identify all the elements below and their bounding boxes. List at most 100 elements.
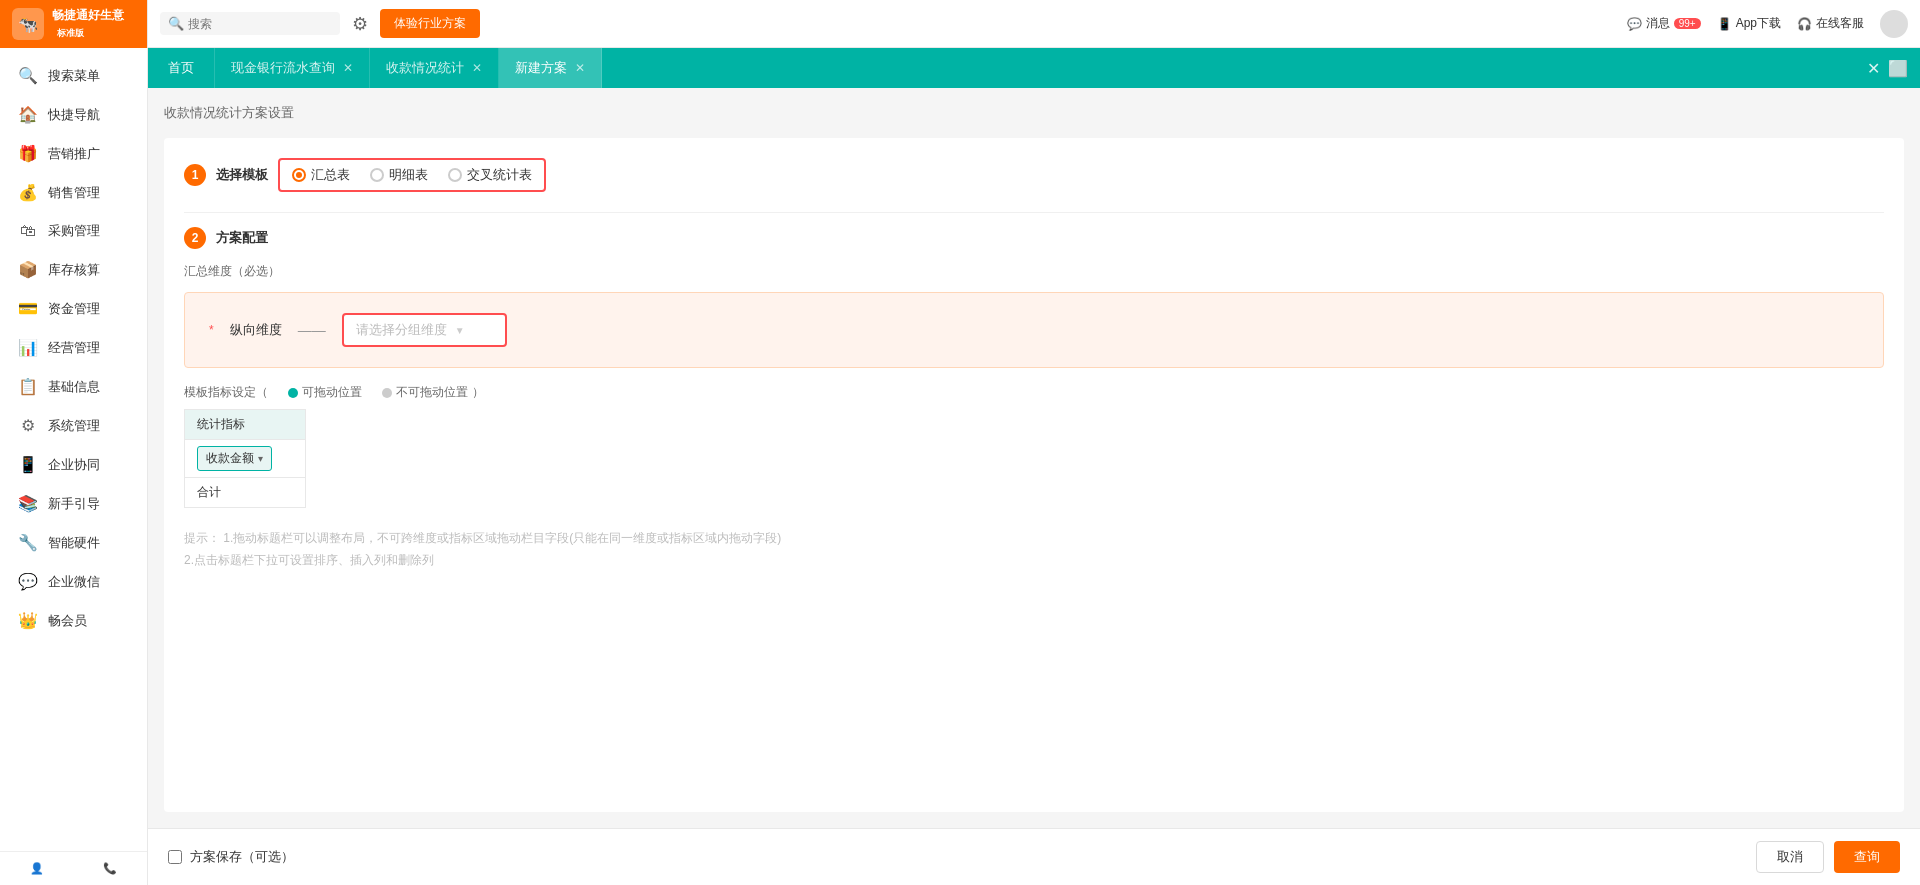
sidebar-item-member[interactable]: 👑 畅会员 [0, 601, 147, 640]
sales-icon: 💰 [18, 183, 38, 202]
user-icon: 👤 [30, 862, 44, 875]
tab-receipt-stats[interactable]: 收款情况统计 ✕ [370, 48, 499, 88]
step2-num: 2 [184, 227, 206, 249]
tab-receipt-stats-label: 收款情况统计 [386, 59, 464, 77]
sidebar-item-capital[interactable]: 💳 资金管理 [0, 289, 147, 328]
tabbar-actions: ✕ ⬜ [1855, 59, 1920, 78]
tab-new-plan-close[interactable]: ✕ [575, 61, 585, 75]
sidebar-item-label: 企业协同 [48, 456, 100, 474]
sidebar-item-system[interactable]: ⚙ 系统管理 [0, 406, 147, 445]
indicators-table-header: 统计指标 [185, 410, 305, 440]
message-label: 消息 [1646, 15, 1670, 32]
sidebar-item-label: 快捷导航 [48, 106, 100, 124]
operation-icon: 📊 [18, 338, 38, 357]
tips-section: 提示： 1.拖动标题栏可以调整布局，不可跨维度或指标区域拖动栏目字段(只能在同一… [184, 528, 1884, 571]
logo-badge: 标准版 [54, 27, 87, 39]
indicators-table: 统计指标 收款金额 ▾ 合计 [184, 409, 306, 508]
sidebar-item-purchase[interactable]: 🛍 采购管理 [0, 212, 147, 250]
tabbar: 首页 现金银行流水查询 ✕ 收款情况统计 ✕ 新建方案 ✕ ✕ ⬜ [148, 48, 1920, 88]
dimension-area: * 纵向维度 —— 请选择分组维度 ▼ [184, 292, 1884, 368]
sidebar-nav: 🔍 搜索菜单 🏠 快捷导航 🎁 营销推广 💰 销售管理 🛍 采购管理 📦 库存核… [0, 48, 147, 851]
radio-summary[interactable]: 汇总表 [292, 166, 350, 184]
settings-card: 1 选择模板 汇总表 明细表 [164, 138, 1904, 812]
purchase-icon: 🛍 [18, 222, 38, 240]
service-icon: 🎧 [1797, 17, 1812, 31]
indicators-header: 模板指标设定（ 可拖动位置 不可拖动位置 ） [184, 384, 1884, 401]
tab-receipt-stats-close[interactable]: ✕ [472, 61, 482, 75]
sidebar: 🐄 畅捷通好生意 标准版 🔍 搜索菜单 🏠 快捷导航 🎁 营销推广 💰 销售管理… [0, 0, 148, 885]
cell2-label: 合计 [197, 484, 221, 501]
cell-tag-amount-label: 收款金额 [206, 450, 254, 467]
sidebar-item-operation[interactable]: 📊 经营管理 [0, 328, 147, 367]
sidebar-item-quick-nav[interactable]: 🏠 快捷导航 [0, 95, 147, 134]
main-area: 🔍 ⚙ 体验行业方案 💬 消息 99+ 📱 App下载 🎧 在线客服 首页 [148, 0, 1920, 885]
sidebar-item-smart-hardware[interactable]: 🔧 智能硬件 [0, 523, 147, 562]
tab-bank-flow-close[interactable]: ✕ [343, 61, 353, 75]
app-download-item[interactable]: 📱 App下载 [1717, 15, 1781, 32]
collab-icon: 📱 [18, 455, 38, 474]
save-plan-checkbox[interactable] [168, 850, 182, 864]
sidebar-footer-right[interactable]: 📞 [103, 862, 117, 875]
industry-plan-button[interactable]: 体验行业方案 [380, 9, 480, 38]
search-input[interactable] [188, 17, 328, 31]
step1-title: 选择模板 [216, 166, 268, 184]
dimension-section-title: 汇总维度（必选） [184, 263, 1884, 280]
footer: 方案保存（可选） 取消 查询 [148, 828, 1920, 885]
template-options: 汇总表 明细表 交叉统计表 [278, 158, 546, 192]
sidebar-item-label: 销售管理 [48, 184, 100, 202]
message-item[interactable]: 💬 消息 99+ [1627, 15, 1701, 32]
sidebar-item-basic-info[interactable]: 📋 基础信息 [0, 367, 147, 406]
search-icon: 🔍 [168, 16, 184, 31]
step2-header: 2 方案配置 [184, 227, 1884, 249]
wechat-icon: 💬 [18, 572, 38, 591]
sidebar-item-enterprise-wechat[interactable]: 💬 企业微信 [0, 562, 147, 601]
radio-detail-circle [370, 168, 384, 182]
sidebar-footer-left[interactable]: 👤 [30, 862, 44, 875]
not-draggable-label: 不可拖动位置 [396, 384, 468, 401]
sidebar-item-label: 资金管理 [48, 300, 100, 318]
tip-2: 2.点击标题栏下拉可设置排序、插入列和删除列 [184, 550, 1884, 572]
sidebar-item-label: 库存核算 [48, 261, 100, 279]
maximize-icon[interactable]: ⬜ [1888, 59, 1908, 78]
dimension-select-placeholder: 请选择分组维度 [356, 321, 447, 339]
gift-icon: 🎁 [18, 144, 38, 163]
radio-cross[interactable]: 交叉统计表 [448, 166, 532, 184]
sidebar-item-search-menu[interactable]: 🔍 搜索菜单 [0, 56, 147, 95]
tab-bank-flow[interactable]: 现金银行流水查询 ✕ [215, 48, 370, 88]
chevron-down-icon: ▼ [455, 325, 465, 336]
sidebar-item-marketing[interactable]: 🎁 营销推广 [0, 134, 147, 173]
sidebar-item-sales[interactable]: 💰 销售管理 [0, 173, 147, 212]
sidebar-item-label: 搜索菜单 [48, 67, 100, 85]
avatar[interactable] [1880, 10, 1908, 38]
close-window-icon[interactable]: ✕ [1867, 59, 1880, 78]
footer-actions: 取消 查询 [1756, 841, 1900, 873]
sidebar-item-label: 系统管理 [48, 417, 100, 435]
dimension-select[interactable]: 请选择分组维度 ▼ [342, 313, 507, 347]
query-button[interactable]: 查询 [1834, 841, 1900, 873]
settings-icon[interactable]: ⚙ [352, 13, 368, 35]
page-title: 收款情况统计方案设置 [164, 104, 1904, 122]
sidebar-item-label: 智能硬件 [48, 534, 100, 552]
online-service-label: 在线客服 [1816, 15, 1864, 32]
sidebar-logo: 🐄 畅捷通好生意 标准版 [0, 0, 147, 48]
search-box[interactable]: 🔍 [160, 12, 340, 35]
cancel-button[interactable]: 取消 [1756, 841, 1824, 873]
cell-tag-amount[interactable]: 收款金额 ▾ [197, 446, 272, 471]
online-service-item[interactable]: 🎧 在线客服 [1797, 15, 1864, 32]
radio-detail[interactable]: 明细表 [370, 166, 428, 184]
radio-detail-label: 明细表 [389, 166, 428, 184]
tab-new-plan[interactable]: 新建方案 ✕ [499, 48, 602, 88]
sidebar-item-label: 经营管理 [48, 339, 100, 357]
sidebar-item-label: 畅会员 [48, 612, 87, 630]
dimension-row: * 纵向维度 —— 请选择分组维度 ▼ [209, 313, 1859, 347]
chevron-down-cell-icon: ▾ [258, 453, 263, 464]
sidebar-item-enterprise-collab[interactable]: 📱 企业协同 [0, 445, 147, 484]
config-section: 汇总维度（必选） * 纵向维度 —— 请选择分组维度 ▼ [184, 263, 1884, 571]
member-icon: 👑 [18, 611, 38, 630]
tab-home[interactable]: 首页 [148, 48, 215, 88]
sidebar-item-inventory[interactable]: 📦 库存核算 [0, 250, 147, 289]
sidebar-item-beginner-guide[interactable]: 📚 新手引导 [0, 484, 147, 523]
radio-summary-circle [292, 168, 306, 182]
inventory-icon: 📦 [18, 260, 38, 279]
draggable-dot [288, 388, 298, 398]
